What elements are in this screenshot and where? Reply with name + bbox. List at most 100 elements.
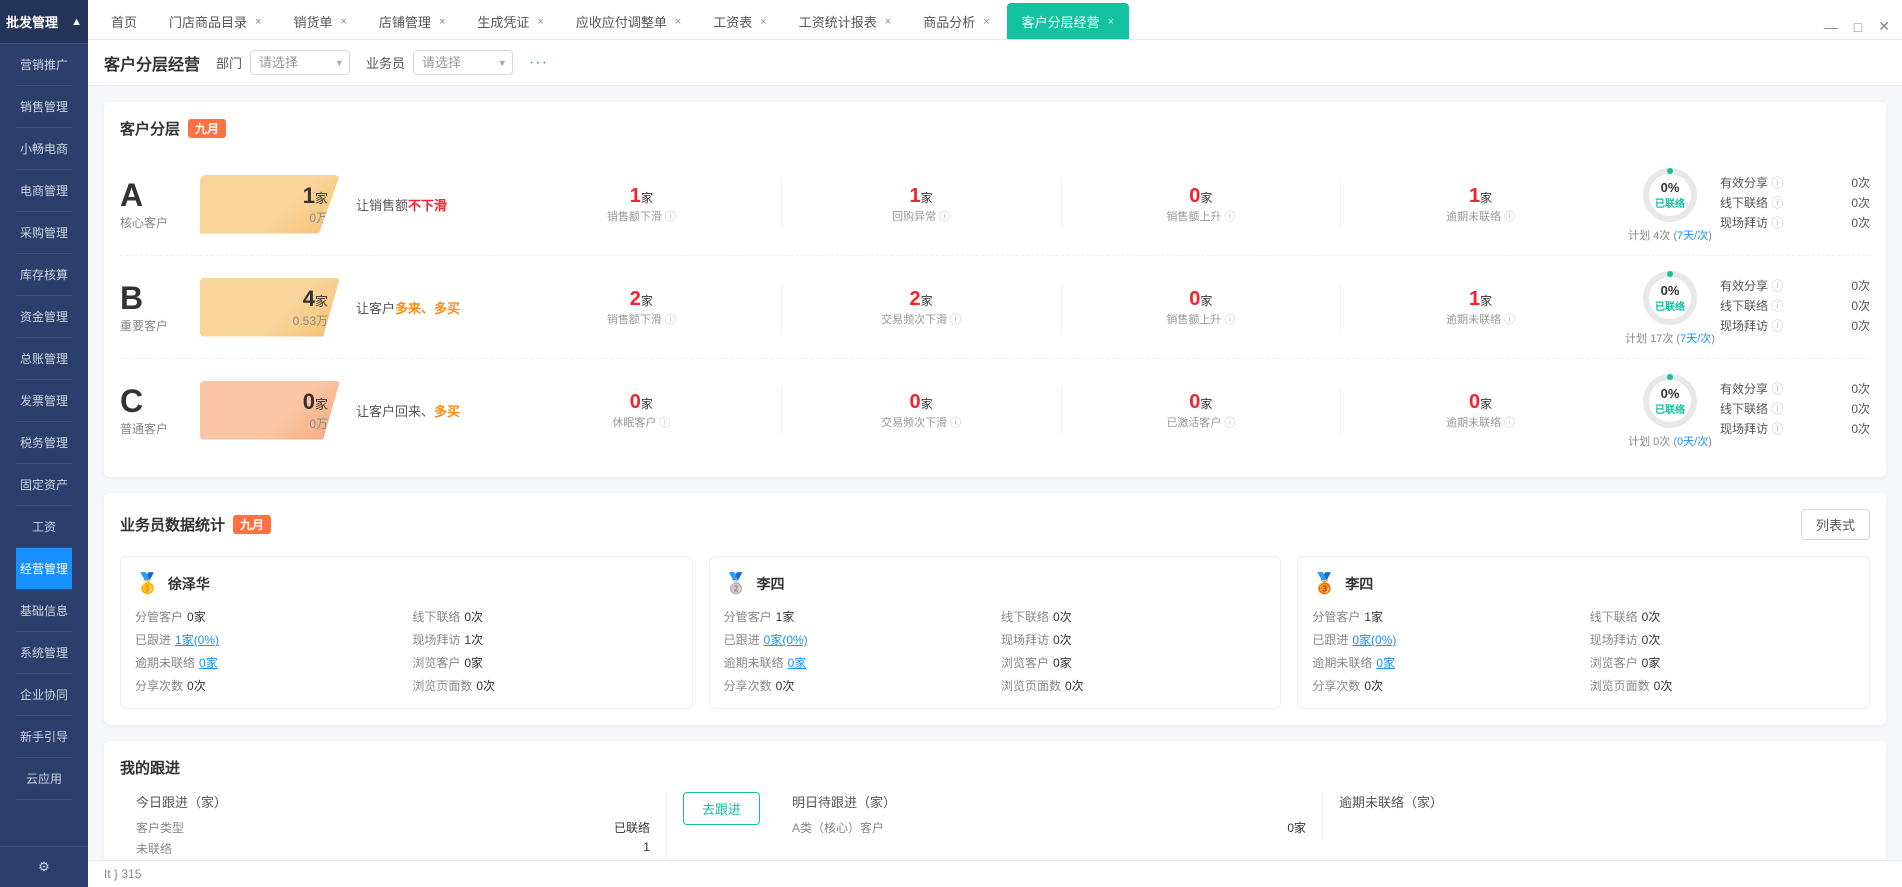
right-stat-info-icon[interactable]: ⓘ — [1771, 196, 1783, 210]
tab-maximize-btn[interactable]: □ — [1850, 15, 1866, 39]
right-stat-info-icon[interactable]: ⓘ — [1771, 299, 1783, 313]
stat-info-icon[interactable]: ⓘ — [1224, 311, 1235, 327]
sidebar-item-新手引导[interactable]: 新手引导 — [16, 716, 72, 758]
field-value[interactable]: 0家(0%) — [1352, 631, 1396, 648]
sidebar-item-固定资产[interactable]: 固定资产 — [16, 464, 72, 506]
field-value[interactable]: 1家(0%) — [175, 631, 219, 648]
bottom-text: It } 315 — [104, 867, 141, 881]
tier-count-sub: 0万 — [309, 417, 328, 431]
tab-close-工资统计报表[interactable]: × — [885, 16, 891, 28]
stat-info-icon[interactable]: ⓘ — [1224, 414, 1235, 430]
sidebar-item-库存核算[interactable]: 库存核算 — [16, 254, 72, 296]
sidebar-item-基础信息[interactable]: 基础信息 — [16, 590, 72, 632]
ring-plan-link[interactable]: 7天/次 — [1680, 333, 1711, 345]
stat-info-icon[interactable]: ⓘ — [1224, 208, 1235, 224]
sidebar-item-经营管理[interactable]: 经营管理 — [16, 548, 72, 590]
field-value[interactable]: 0家(0%) — [764, 631, 808, 648]
tab-门店商品目录[interactable]: 门店商品目录× — [154, 3, 276, 39]
field-value[interactable]: 0家 — [199, 654, 218, 671]
right-stat-info-icon[interactable]: ⓘ — [1771, 319, 1783, 333]
tab-店铺管理[interactable]: 店铺管理× — [364, 3, 460, 39]
tab-商品分析[interactable]: 商品分析× — [908, 3, 1004, 39]
field-value[interactable]: 0家 — [788, 654, 807, 671]
stat-label: 交易频次下滑 ⓘ — [790, 414, 1053, 430]
stat-info-icon[interactable]: ⓘ — [1504, 414, 1515, 430]
tab-首页[interactable]: 首页 — [96, 3, 152, 39]
ring-plan-link[interactable]: 7天/次 — [1677, 230, 1708, 242]
stat-label: 销售额下滑 ⓘ — [510, 208, 773, 224]
tab-close-工资表[interactable]: × — [760, 16, 766, 28]
tier-hint-C: 让客户回来、多买 — [356, 401, 486, 420]
tab-客户分层经营[interactable]: 客户分层经营× — [1007, 3, 1129, 39]
tab-close-客户分层经营[interactable]: × — [1108, 16, 1114, 28]
ring-plan-link[interactable]: 0天/次 — [1677, 436, 1708, 448]
right-stat-info-icon[interactable]: ⓘ — [1771, 382, 1783, 396]
right-stat-info-icon[interactable]: ⓘ — [1771, 176, 1783, 190]
stat-num-wrap: 1家 — [510, 185, 773, 208]
sidebar-item-发票管理[interactable]: 发票管理 — [16, 380, 72, 422]
right-stat-info-icon[interactable]: ⓘ — [1771, 422, 1783, 436]
tab-close-商品分析[interactable]: × — [983, 16, 989, 28]
right-stat-info-icon[interactable]: ⓘ — [1771, 216, 1783, 230]
sidebar-item-工资[interactable]: 工资 — [16, 506, 72, 548]
tab-close-店铺管理[interactable]: × — [439, 16, 445, 28]
followup-overdue-title: 逾期未联络（家） — [1339, 792, 1854, 811]
field-label: 线下联络 — [1001, 608, 1049, 625]
stat-info-icon[interactable]: ⓘ — [665, 311, 676, 327]
tier-hint-B: 让客户多来、多买 — [356, 298, 486, 317]
tab-close-生成凭证[interactable]: × — [537, 16, 543, 28]
stat-num: 0 — [1189, 185, 1200, 207]
stat-info-icon[interactable]: ⓘ — [950, 414, 961, 430]
right-stat-info-icon[interactable]: ⓘ — [1771, 279, 1783, 293]
stat-info-icon[interactable]: ⓘ — [1504, 311, 1515, 327]
staff-field: 现场拜访0次 — [1590, 631, 1855, 648]
field-label: 线下联络 — [412, 608, 460, 625]
sidebar-item-电商管理[interactable]: 电商管理 — [16, 170, 72, 212]
filter-staff-wrap: 请选择 — [413, 50, 513, 75]
staff-name-row: 🥈李四 — [724, 571, 1267, 596]
filter-staff-select[interactable]: 请选择 — [413, 50, 513, 75]
stat-info-icon[interactable]: ⓘ — [659, 414, 670, 430]
tab-minimize-btn[interactable]: — — [1820, 15, 1842, 39]
stat-num: 1 — [1469, 185, 1480, 207]
stat-num-wrap: 0家 — [1349, 391, 1612, 414]
tab-生成凭证[interactable]: 生成凭证× — [462, 3, 558, 39]
staff-medal: 🥇 — [135, 571, 160, 596]
filter-more-btn[interactable]: ··· — [529, 54, 548, 72]
sidebar-gear[interactable]: ⚙ — [0, 846, 88, 887]
stat-info-icon[interactable]: ⓘ — [939, 208, 950, 224]
list-view-btn[interactable]: 列表式 — [1801, 509, 1870, 540]
right-stat-info-icon[interactable]: ⓘ — [1771, 402, 1783, 416]
tab-close-应收应付调整单[interactable]: × — [675, 16, 681, 28]
tab-销货单[interactable]: 销货单× — [278, 3, 361, 39]
stat-info-icon[interactable]: ⓘ — [1504, 208, 1515, 224]
ring-plan: 计划 17次 (7天/次) — [1625, 330, 1715, 346]
tab-close-门店商品目录[interactable]: × — [255, 16, 261, 28]
stat-info-icon[interactable]: ⓘ — [950, 311, 961, 327]
tab-close-btn[interactable]: ✕ — [1874, 14, 1894, 39]
sidebar-logo[interactable]: 批发管理 ▲ — [0, 0, 88, 44]
field-value[interactable]: 0家 — [1376, 654, 1395, 671]
followup-row-label2: 未联络 — [136, 840, 172, 857]
sidebar-item-总账管理[interactable]: 总账管理 — [16, 338, 72, 380]
sidebar-item-小畅电商[interactable]: 小畅电商 — [16, 128, 72, 170]
sidebar-item-企业协同[interactable]: 企业协同 — [16, 674, 72, 716]
tab-close-销货单[interactable]: × — [340, 16, 346, 28]
stat-info-icon[interactable]: ⓘ — [665, 208, 676, 224]
filter-dept-select[interactable]: 请选择 — [250, 50, 350, 75]
right-stat-val: 0次 — [1851, 174, 1870, 191]
sidebar-item-云应用[interactable]: 云应用 — [16, 758, 72, 800]
followup-go-btn[interactable]: 去跟进 — [683, 792, 760, 825]
sidebar-item-营销推广[interactable]: 营销推广 — [16, 44, 72, 86]
sidebar-item-系统管理[interactable]: 系统管理 — [16, 632, 72, 674]
tab-工资表[interactable]: 工资表× — [698, 3, 781, 39]
followup-row-val2: 1 — [643, 840, 650, 857]
tab-应收应付调整单[interactable]: 应收应付调整单× — [561, 3, 696, 39]
tier-stat: 0家 休眠客户 ⓘ — [502, 387, 782, 434]
right-stat-label: 有效分享 ⓘ — [1720, 380, 1783, 397]
sidebar-item-资金管理[interactable]: 资金管理 — [16, 296, 72, 338]
sidebar-item-采购管理[interactable]: 采购管理 — [16, 212, 72, 254]
tab-工资统计报表[interactable]: 工资统计报表× — [784, 3, 906, 39]
sidebar-item-税务管理[interactable]: 税务管理 — [16, 422, 72, 464]
sidebar-item-销售管理[interactable]: 销售管理 — [16, 86, 72, 128]
